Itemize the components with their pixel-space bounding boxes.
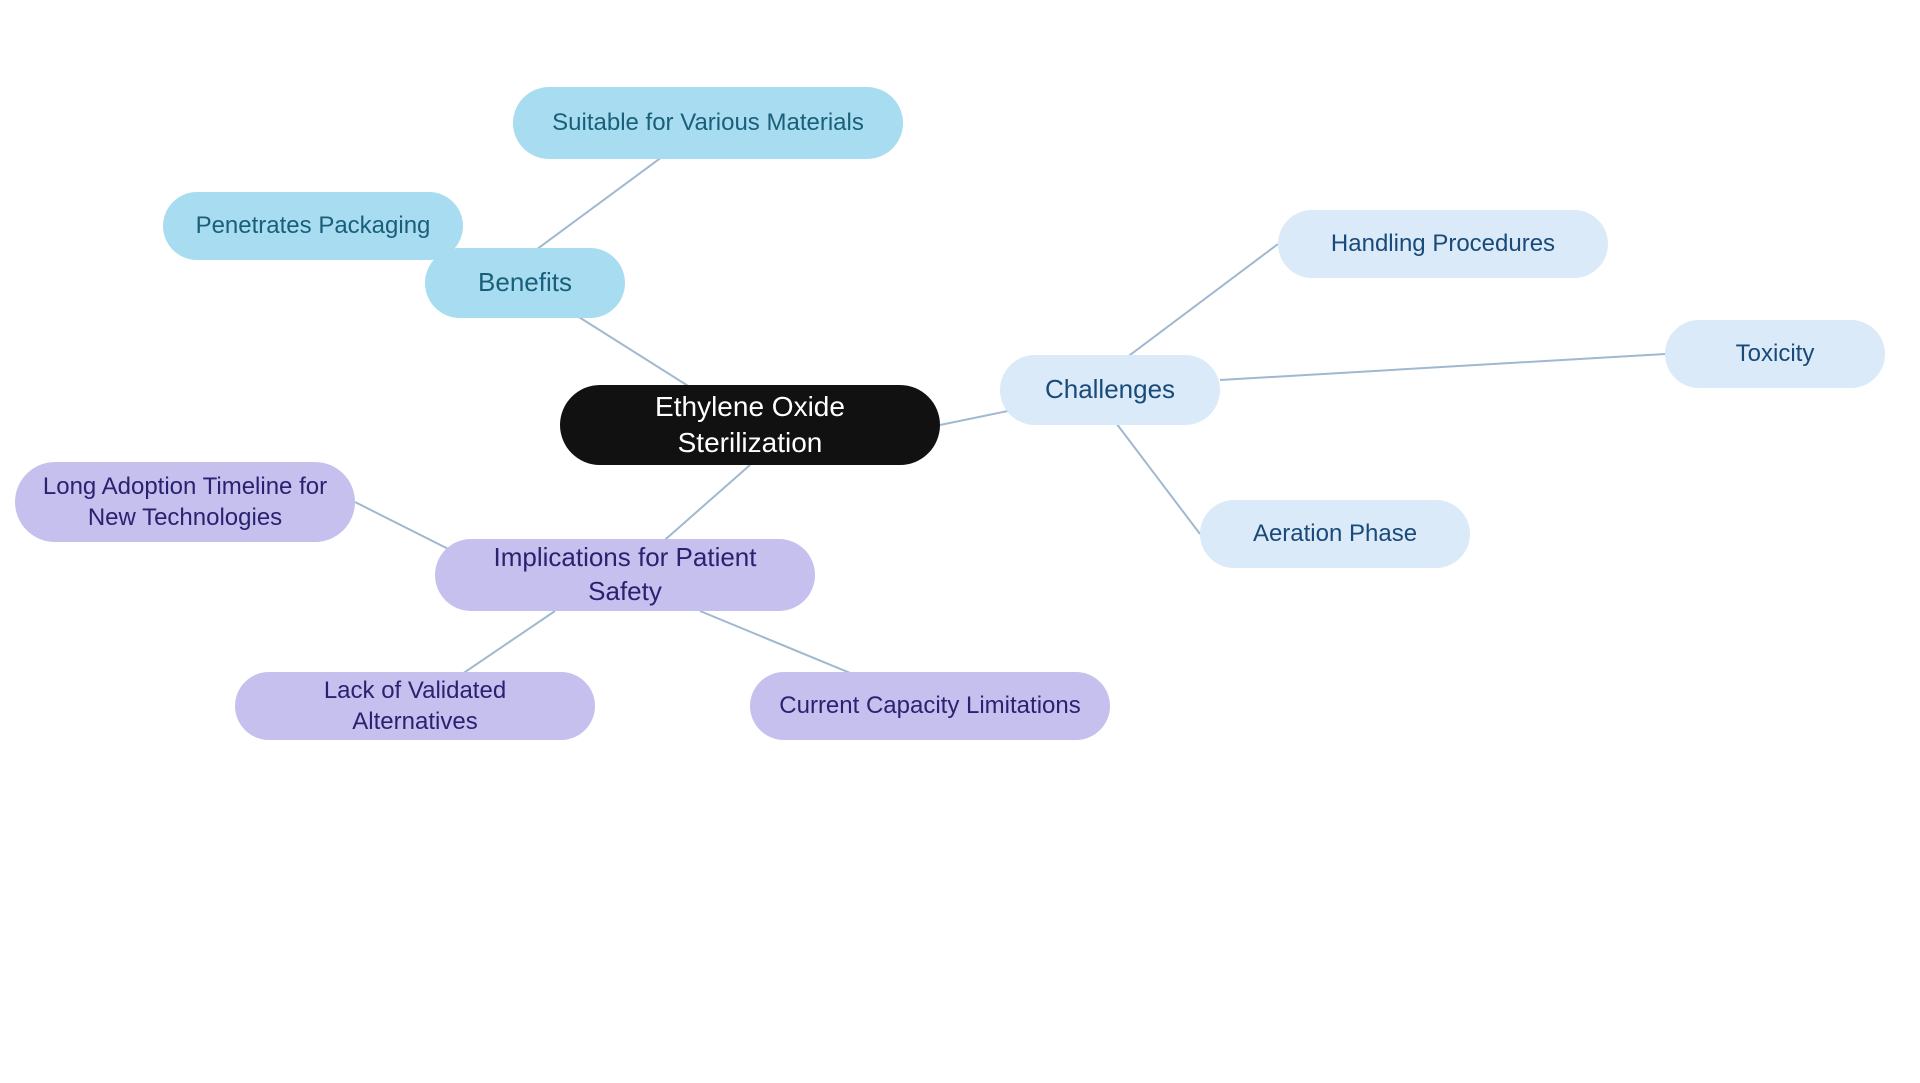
challenges-node: Challenges — [1000, 355, 1220, 425]
toxicity-node: Toxicity — [1665, 320, 1885, 388]
adoption-node: Long Adoption Timeline for New Technolog… — [15, 462, 355, 542]
penetrates-node: Penetrates Packaging — [163, 192, 463, 260]
aeration-node: Aeration Phase — [1200, 500, 1470, 568]
suitable-node: Suitable for Various Materials — [513, 87, 903, 159]
center-node: Ethylene Oxide Sterilization — [560, 385, 940, 465]
lack-node: Lack of Validated Alternatives — [235, 672, 595, 740]
handling-node: Handling Procedures — [1278, 210, 1608, 278]
implications-node: Implications for Patient Safety — [435, 539, 815, 611]
capacity-node: Current Capacity Limitations — [750, 672, 1110, 740]
benefits-node: Benefits — [425, 248, 625, 318]
